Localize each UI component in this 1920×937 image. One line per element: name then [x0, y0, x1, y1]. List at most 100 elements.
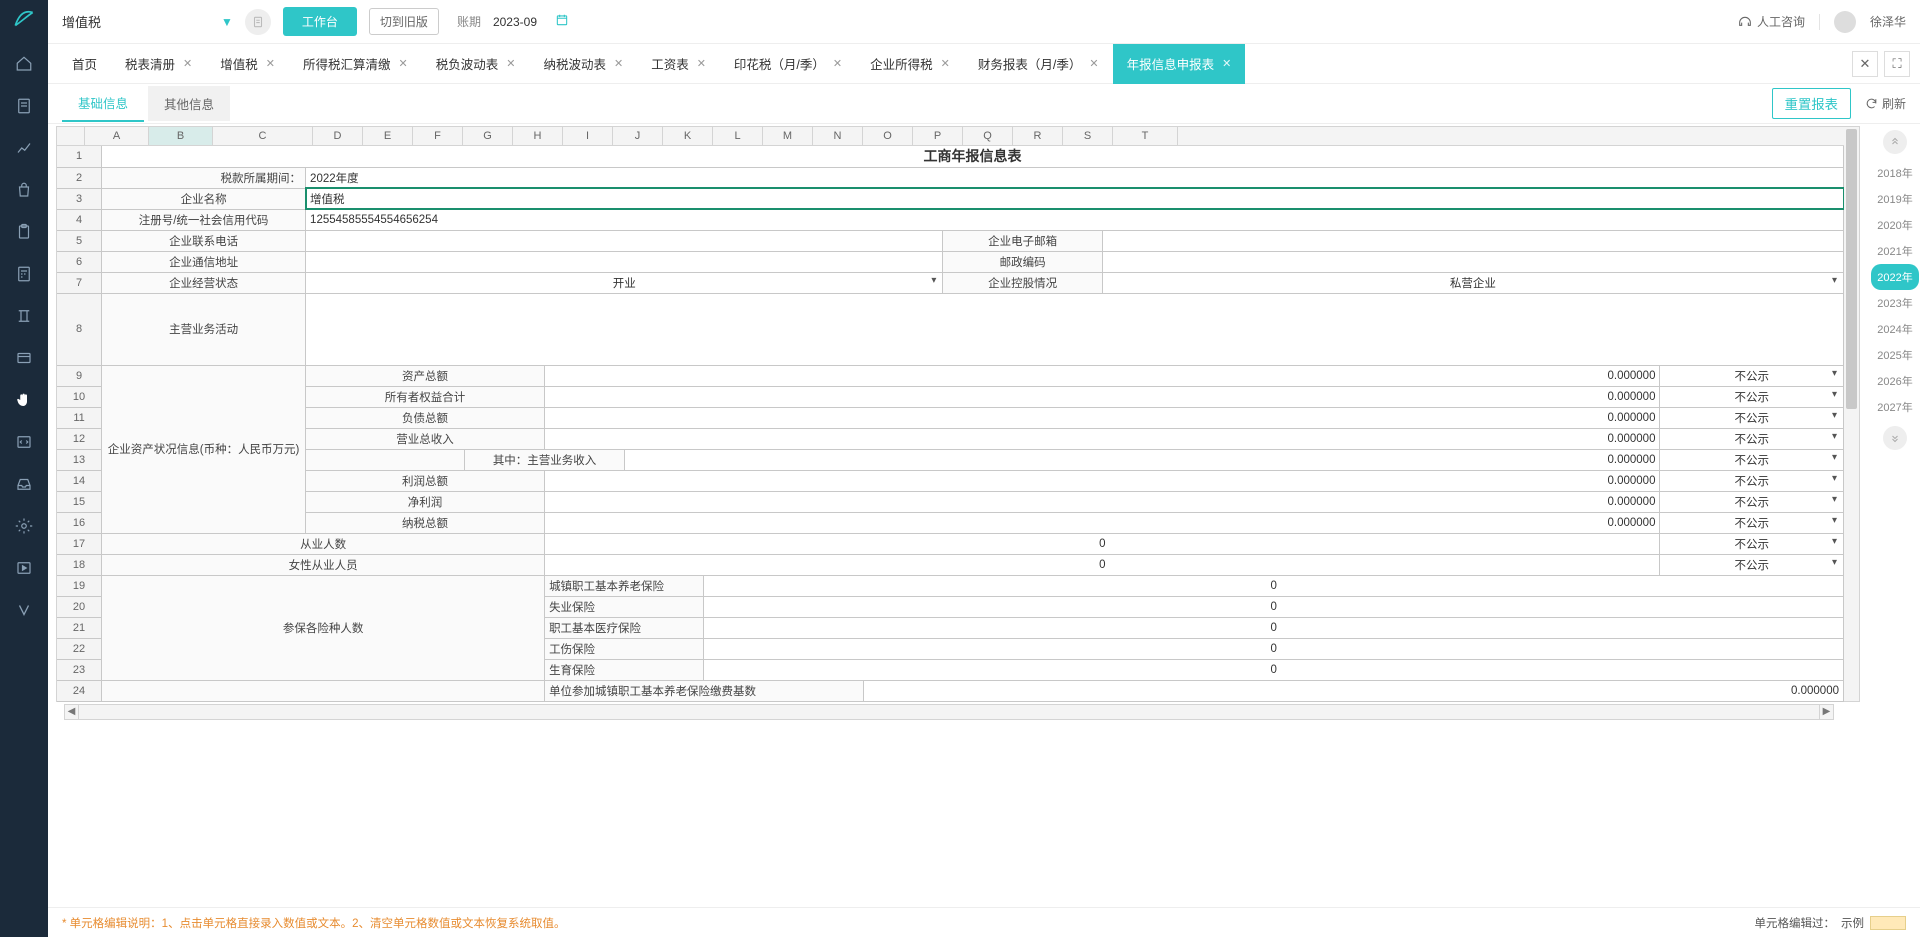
calc-icon[interactable] — [12, 262, 36, 286]
vertical-scrollbar[interactable] — [1844, 126, 1860, 702]
row-12[interactable]: 12 — [57, 428, 102, 449]
col-F[interactable]: F — [413, 127, 463, 145]
publish-select[interactable]: 不公示 — [1660, 449, 1844, 470]
publish-select[interactable]: 不公示 — [1660, 512, 1844, 533]
row-16[interactable]: 16 — [57, 512, 102, 533]
tab-企业所得税[interactable]: 企业所得税✕ — [856, 44, 964, 84]
clipboard-icon[interactable] — [12, 220, 36, 244]
tab-税表清册[interactable]: 税表清册✕ — [111, 44, 206, 84]
col-A[interactable]: A — [85, 127, 149, 145]
tab-工资表[interactable]: 工资表✕ — [637, 44, 720, 84]
col-I[interactable]: I — [563, 127, 613, 145]
tab-close-icon[interactable]: ✕ — [1089, 57, 1098, 70]
tab-close-icon[interactable]: ✕ — [266, 57, 275, 70]
row-11[interactable]: 11 — [57, 407, 102, 428]
scroll-right-arrow[interactable]: ▶ — [1819, 705, 1833, 719]
col-H[interactable]: H — [513, 127, 563, 145]
row-23[interactable]: 23 — [57, 659, 102, 680]
year-up-arrow[interactable] — [1883, 130, 1907, 154]
gear-icon[interactable] — [12, 514, 36, 538]
chart-icon[interactable] — [12, 136, 36, 160]
tab-close-icon[interactable]: ✕ — [399, 57, 408, 70]
tab-close-icon[interactable]: ✕ — [697, 57, 706, 70]
publish-select[interactable]: 不公示 — [1660, 428, 1844, 449]
row-2[interactable]: 2 — [57, 167, 102, 188]
subtab-other[interactable]: 其他信息 — [148, 86, 230, 121]
row-20[interactable]: 20 — [57, 596, 102, 617]
subtab-basic[interactable]: 基础信息 — [62, 85, 144, 122]
tab-所得税汇算清缴[interactable]: 所得税汇算清缴✕ — [289, 44, 422, 84]
row-18[interactable]: 18 — [57, 554, 102, 575]
col-E[interactable]: E — [363, 127, 413, 145]
row-3[interactable]: 3 — [57, 188, 102, 209]
company-selector[interactable]: 增值税 ▼ — [62, 12, 233, 31]
publish-select[interactable]: 不公示 — [1660, 491, 1844, 512]
tab-首页[interactable]: 首页 — [58, 44, 111, 84]
tab-年报信息申报表[interactable]: 年报信息申报表✕ — [1113, 44, 1246, 84]
tab-财务报表（月/季）[interactable]: 财务报表（月/季）✕ — [964, 44, 1113, 84]
year-2025年[interactable]: 2025年 — [1871, 342, 1918, 368]
calendar-icon[interactable] — [555, 13, 569, 30]
holding-select[interactable]: 私营企业 — [1102, 272, 1843, 293]
row-15[interactable]: 15 — [57, 491, 102, 512]
publish-select[interactable]: 不公示 — [1660, 365, 1844, 386]
col-T[interactable]: T — [1113, 127, 1178, 145]
row-8[interactable]: 8 — [57, 293, 102, 365]
fullscreen-button[interactable]: ⛶ — [1884, 51, 1910, 77]
bag-icon[interactable] — [12, 178, 36, 202]
col-G[interactable]: G — [463, 127, 513, 145]
year-down-arrow[interactable] — [1883, 426, 1907, 450]
horizontal-scrollbar[interactable]: ◀ ▶ — [64, 704, 1834, 720]
year-2024年[interactable]: 2024年 — [1871, 316, 1918, 342]
row-19[interactable]: 19 — [57, 575, 102, 596]
col-J[interactable]: J — [613, 127, 663, 145]
play-icon[interactable] — [12, 556, 36, 580]
year-2022年[interactable]: 2022年 — [1871, 264, 1918, 290]
col-N[interactable]: N — [813, 127, 863, 145]
col-R[interactable]: R — [1013, 127, 1063, 145]
close-all-tabs-button[interactable]: ✕ — [1852, 51, 1878, 77]
hand-icon[interactable] — [12, 388, 36, 412]
tab-close-icon[interactable]: ✕ — [614, 57, 623, 70]
row-17[interactable]: 17 — [57, 533, 102, 554]
scroll-left-arrow[interactable]: ◀ — [65, 705, 79, 719]
col-M[interactable]: M — [763, 127, 813, 145]
col-B[interactable]: B — [149, 127, 213, 145]
col-O[interactable]: O — [863, 127, 913, 145]
refresh-button[interactable]: 刷新 — [1865, 95, 1906, 112]
row-22[interactable]: 22 — [57, 638, 102, 659]
col-D[interactable]: D — [313, 127, 363, 145]
tab-close-icon[interactable]: ✕ — [833, 57, 842, 70]
publish-select[interactable]: 不公示 — [1660, 386, 1844, 407]
home-icon[interactable] — [12, 52, 36, 76]
tab-close-icon[interactable]: ✕ — [506, 57, 515, 70]
spreadsheet-grid[interactable]: 1工商年报信息表2税款所属期间：2022年度3企业名称增值税4注册号/统一社会信… — [56, 146, 1844, 702]
avatar[interactable] — [1834, 11, 1856, 33]
tab-印花税（月/季）[interactable]: 印花税（月/季）✕ — [720, 44, 856, 84]
col-S[interactable]: S — [1063, 127, 1113, 145]
year-2026年[interactable]: 2026年 — [1871, 368, 1918, 394]
publish-select[interactable]: 不公示 — [1660, 470, 1844, 491]
tab-增值税[interactable]: 增值税✕ — [206, 44, 289, 84]
year-2019年[interactable]: 2019年 — [1871, 186, 1918, 212]
row-10[interactable]: 10 — [57, 386, 102, 407]
row-14[interactable]: 14 — [57, 470, 102, 491]
scrollbar-thumb[interactable] — [1846, 129, 1857, 409]
row-4[interactable]: 4 — [57, 209, 102, 230]
status-select[interactable]: 开业 — [306, 272, 943, 293]
row-24[interactable]: 24 — [57, 680, 102, 701]
year-2027年[interactable]: 2027年 — [1871, 394, 1918, 420]
tab-close-icon[interactable]: ✕ — [183, 57, 192, 70]
year-2021年[interactable]: 2021年 — [1871, 238, 1918, 264]
row-9[interactable]: 9 — [57, 365, 102, 386]
doc-icon[interactable] — [12, 94, 36, 118]
consult-link[interactable]: 人工咨询 — [1737, 13, 1805, 30]
switch-old-button[interactable]: 切到旧版 — [369, 8, 439, 35]
col-K[interactable]: K — [663, 127, 713, 145]
reset-report-button[interactable]: 重置报表 — [1772, 88, 1851, 119]
year-2023年[interactable]: 2023年 — [1871, 290, 1918, 316]
col-C[interactable]: C — [213, 127, 313, 145]
row-21[interactable]: 21 — [57, 617, 102, 638]
row-7[interactable]: 7 — [57, 272, 102, 293]
col-Q[interactable]: Q — [963, 127, 1013, 145]
